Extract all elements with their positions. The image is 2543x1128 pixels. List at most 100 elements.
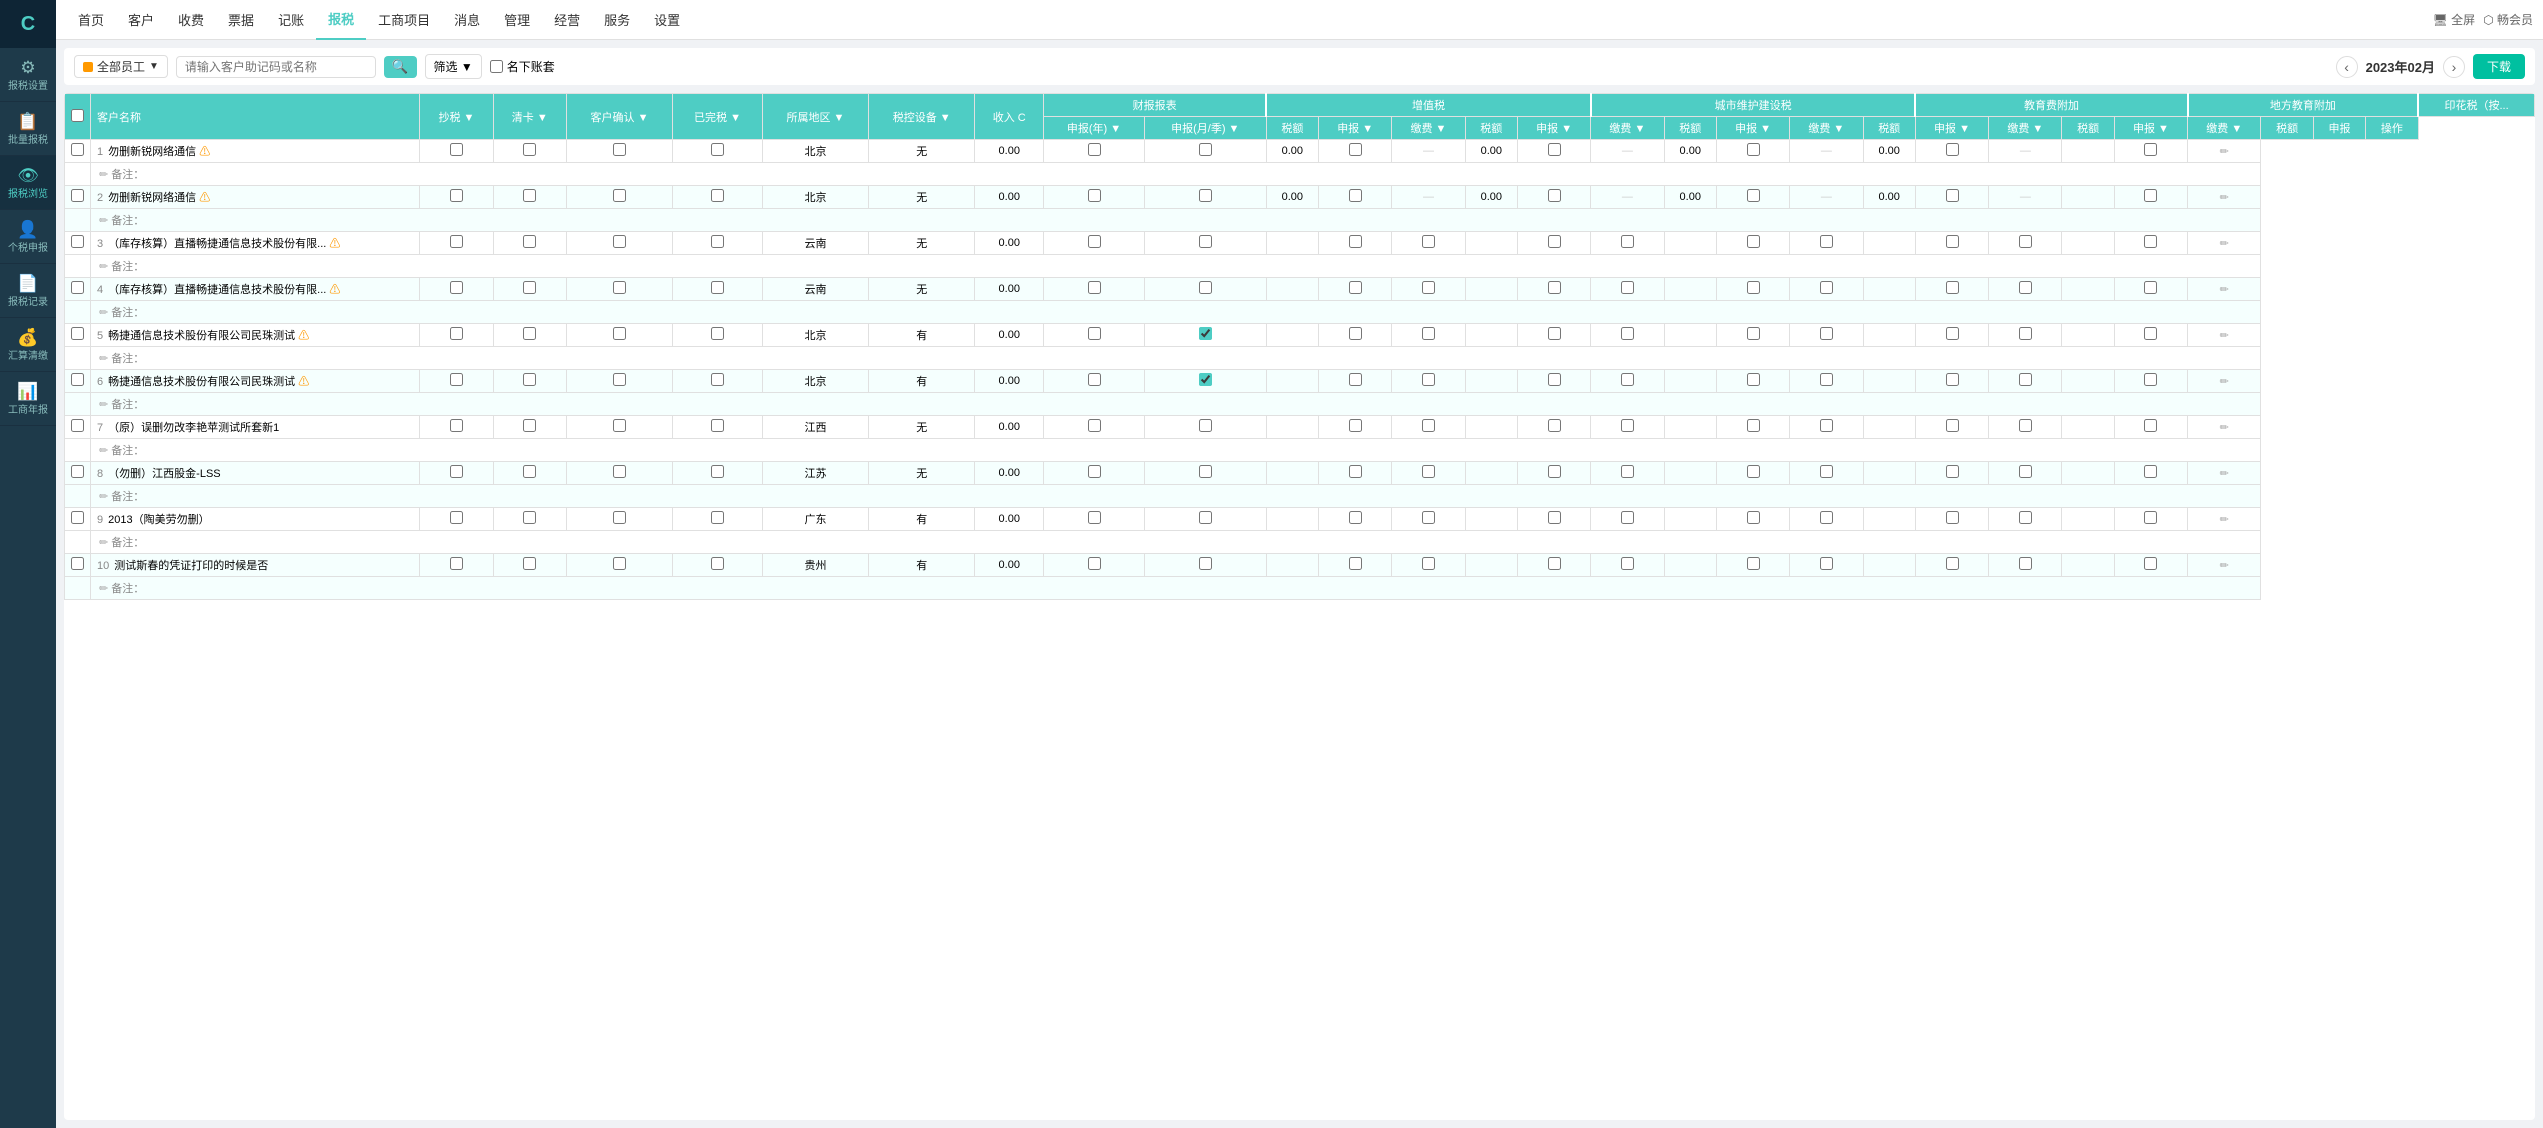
zz-tax-cell [1266, 232, 1318, 255]
income-cell: 0.00 [975, 324, 1044, 347]
search-input[interactable] [176, 56, 376, 78]
fin-month-cell [1144, 370, 1266, 393]
table-row: 7 （原）误删勿改李艳苹测试所套新1 江西 无 0.00 ✏ [65, 416, 2535, 439]
logo-text: C [21, 13, 35, 36]
nav-guanli[interactable]: 管理 [492, 0, 542, 40]
filter-button[interactable]: 筛选 ▼ [425, 54, 482, 79]
edit-icon[interactable]: ✏ [2220, 192, 2229, 204]
nav-xiaoxi[interactable]: 消息 [442, 0, 492, 40]
col-fin-year: 申报(年) ▼ [1044, 117, 1145, 140]
cs-tax-cell [1465, 324, 1517, 347]
df-jiao-cell [1989, 462, 2062, 485]
select-all-checkbox[interactable] [71, 109, 84, 122]
nav-fuwu[interactable]: 服务 [592, 0, 642, 40]
sidebar-item-huisuan[interactable]: 💰 汇算清缴 [0, 318, 56, 372]
edit-icon[interactable]: ✏ [2220, 284, 2229, 296]
row-number: 2 [97, 192, 103, 204]
edit-icon[interactable]: ✏ [2220, 468, 2229, 480]
row-number: 4 [97, 284, 103, 296]
jy-shen-cell [1716, 462, 1789, 485]
cs-shen-cell [1517, 324, 1590, 347]
cs-jiao-cell [1591, 462, 1664, 485]
row-checkbox[interactable] [71, 143, 84, 156]
col-zz-jiao: 缴费 ▼ [1392, 117, 1465, 140]
search-button[interactable]: 🔍 [384, 56, 417, 78]
row-checkbox[interactable] [71, 235, 84, 248]
confirm-cell [566, 140, 672, 163]
row-checkbox[interactable] [71, 281, 84, 294]
mingxia-checkbox-label[interactable]: 名下账套 [490, 58, 555, 75]
row-select-cell [65, 186, 91, 209]
sidebar-item-piliang[interactable]: 📋 批量报税 [0, 102, 56, 156]
sidebar-item-liulan[interactable]: 👁 报税浏览 [0, 156, 56, 210]
fullscreen-btn[interactable]: 🖥 全屏 [2433, 11, 2476, 28]
fin-month-cell [1144, 324, 1266, 347]
remark-row: ✏ 备注： [65, 209, 2535, 232]
nav-jingying[interactable]: 经营 [542, 0, 592, 40]
col-df-jiao: 缴费 ▼ [2188, 117, 2261, 140]
zz-jiao-cell [1392, 416, 1465, 439]
edit-icon[interactable]: ✏ [2220, 330, 2229, 342]
row-checkbox[interactable] [71, 327, 84, 340]
edit-icon[interactable]: ✏ [2220, 238, 2229, 250]
remark-cell: ✏ 备注： [91, 347, 2261, 370]
sidebar-item-geshuishenbaoe[interactable]: 👤 个税申报 [0, 210, 56, 264]
edit-icon[interactable]: ✏ [2220, 514, 2229, 526]
cs-shen-cell [1517, 508, 1590, 531]
tax-table-wrapper: 客户名称 抄税 ▼ 清卡 ▼ 客户确认 ▼ 已完税 ▼ 所属地区 ▼ 税控设备 … [64, 93, 2535, 1120]
row-checkbox[interactable] [71, 511, 84, 524]
nav-home[interactable]: 首页 [66, 0, 116, 40]
region-cell: 北京 [762, 186, 868, 209]
nav-customer[interactable]: 客户 [116, 0, 166, 40]
row-checkbox[interactable] [71, 373, 84, 386]
sidebar-item-baoshuishezhi[interactable]: ⚙ 报税设置 [0, 48, 56, 102]
chaosui-cell [420, 508, 493, 531]
nav-baoshui[interactable]: 报税 [316, 0, 366, 40]
edit-icon[interactable]: ✏ [2220, 560, 2229, 572]
jy-jiao-cell [1790, 462, 1863, 485]
remark-spacer [65, 209, 91, 232]
yh-tax-cell [2062, 370, 2114, 393]
edit-icon[interactable]: ✏ [2220, 422, 2229, 434]
prev-month-button[interactable]: ‹ [2336, 56, 2358, 78]
row-checkbox[interactable] [71, 189, 84, 202]
remark-cell: ✏ 备注： [91, 163, 2261, 186]
row-checkbox[interactable] [71, 419, 84, 432]
edit-icon[interactable]: ✏ [2220, 146, 2229, 158]
col-select-all [65, 94, 91, 140]
yh-tax-cell [2062, 232, 2114, 255]
nav-piaoju[interactable]: 票据 [216, 0, 266, 40]
nav-gongshang[interactable]: 工商项目 [366, 0, 442, 40]
nav-shoufei[interactable]: 收费 [166, 0, 216, 40]
nav-shezhi[interactable]: 设置 [642, 0, 692, 40]
cs-jiao-cell [1591, 508, 1664, 531]
row-checkbox[interactable] [71, 557, 84, 570]
download-button[interactable]: 下载 [2473, 54, 2525, 79]
nav-jizhang[interactable]: 记账 [266, 0, 316, 40]
sidebar-item-jilu[interactable]: 📄 报税记录 [0, 264, 56, 318]
logo: C [0, 0, 56, 48]
table-row: 10 测试斯春的凭证打印的时候是否 贵州 有 0.00 ✏ [65, 554, 2535, 577]
jy-tax-cell [1664, 324, 1716, 347]
row-select-cell [65, 140, 91, 163]
mingxia-checkbox[interactable] [490, 60, 503, 73]
jilu-icon: 📄 [17, 274, 38, 294]
jy-tax-cell [1664, 278, 1716, 301]
jy-jiao-cell [1790, 278, 1863, 301]
sidebar-item-gongshangnian[interactable]: 📊 工商年报 [0, 372, 56, 426]
zz-shen-cell [1319, 416, 1392, 439]
row-number: 3 [97, 238, 103, 250]
col-qingka: 清卡 ▼ [493, 94, 566, 140]
confirm-cell [566, 508, 672, 531]
edit-icon[interactable]: ✏ [2220, 376, 2229, 388]
col-jy-shen: 申报 ▼ [1915, 117, 1988, 140]
pencil-icon: ✏ [99, 307, 108, 319]
pencil-icon: ✏ [99, 261, 108, 273]
yh-shen-cell [2114, 416, 2187, 439]
employee-filter-dropdown[interactable]: 全部员工 ▼ [74, 55, 168, 78]
df-tax-cell [1863, 232, 1915, 255]
vip-btn[interactable]: ⬡ 畅会员 [2483, 11, 2533, 28]
sidebar-item-label: 报税设置 [8, 80, 48, 93]
next-month-button[interactable]: › [2443, 56, 2465, 78]
row-checkbox[interactable] [71, 465, 84, 478]
